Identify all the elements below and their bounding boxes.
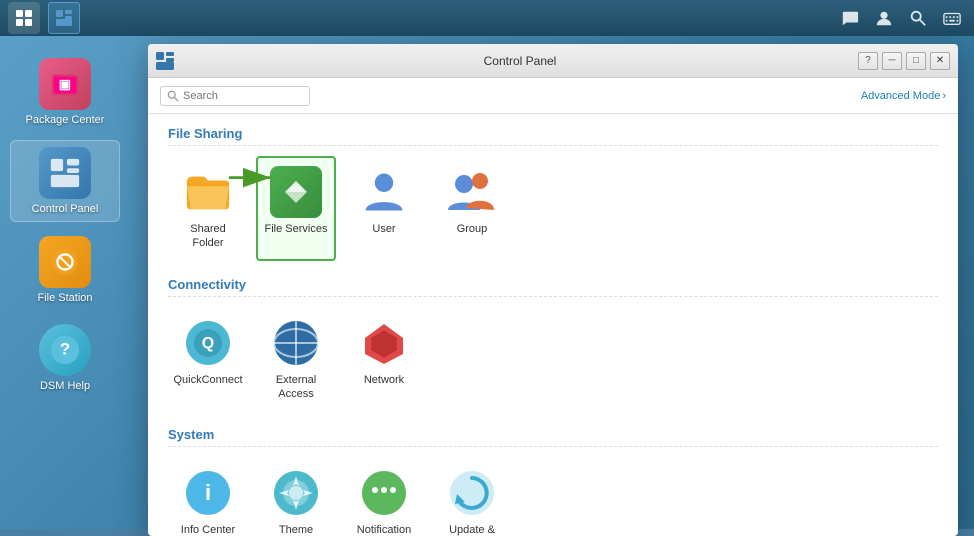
shared-folder-label: SharedFolder — [190, 222, 225, 251]
cp-item-info-center[interactable]: i Info Center — [168, 457, 248, 536]
cp-item-notification[interactable]: Notification — [344, 457, 424, 536]
external-access-label: External Access — [262, 373, 330, 402]
svg-text:i: i — [205, 480, 211, 505]
section-connectivity: Connectivity — [168, 277, 938, 297]
cp-item-external-access[interactable]: External Access — [256, 307, 336, 412]
file-sharing-grid: SharedFolder File Services — [168, 156, 938, 261]
close-button[interactable]: ✕ — [930, 52, 950, 70]
user-label: User — [372, 222, 395, 236]
search-input[interactable] — [183, 90, 303, 102]
search-icon[interactable] — [904, 4, 932, 32]
cp-toolbar: Advanced Mode › — [148, 78, 958, 114]
sidebar-item-control-panel[interactable]: Control Panel — [10, 140, 120, 222]
update-restore-icon — [446, 467, 498, 519]
system-grid: i Info Center — [168, 457, 938, 536]
file-services-label: File Services — [265, 222, 328, 236]
svg-text:▣: ▣ — [59, 77, 72, 92]
window-controls: ? ─ □ ✕ — [858, 52, 950, 70]
info-center-icon: i — [182, 467, 234, 519]
help-button[interactable]: ? — [858, 52, 878, 70]
theme-icon — [270, 467, 322, 519]
update-restore-label: Update &Restore — [449, 523, 495, 536]
chevron-right-icon: › — [942, 90, 946, 102]
cp-window-title: Control Panel — [182, 54, 858, 68]
section-system: System — [168, 427, 938, 447]
dsm-help-icon: ? — [39, 324, 91, 376]
cp-content: File Sharing SharedFolder — [148, 114, 958, 536]
taskbar — [0, 0, 974, 36]
sidebar-item-file-station[interactable]: File Station — [10, 230, 120, 310]
cp-item-quickconnect[interactable]: Q QuickConnect — [168, 307, 248, 412]
notification-icon — [358, 467, 410, 519]
cp-item-shared-folder[interactable]: SharedFolder — [168, 156, 248, 261]
cp-item-file-services[interactable]: File Services — [256, 156, 336, 261]
cp-titlebar: Control Panel ? ─ □ ✕ — [148, 44, 958, 78]
package-center-label: Package Center — [26, 114, 105, 126]
minimize-button[interactable]: ─ — [882, 52, 902, 70]
network-label: Network — [364, 373, 404, 387]
group-icon — [446, 166, 498, 218]
advanced-mode-link[interactable]: Advanced Mode › — [861, 90, 946, 102]
advanced-mode-label: Advanced Mode — [861, 90, 941, 102]
desktop: ▣ Package Center Control Panel — [0, 36, 974, 529]
cp-item-update-restore[interactable]: Update &Restore — [432, 457, 512, 536]
section-file-sharing: File Sharing — [168, 126, 938, 146]
control-panel-icon — [39, 147, 91, 199]
cp-item-network[interactable]: Network — [344, 307, 424, 412]
sidebar-item-dsm-help[interactable]: ? DSM Help — [10, 318, 120, 398]
search-icon — [167, 90, 179, 102]
apps-grid-button[interactable] — [8, 2, 40, 34]
file-services-icon — [270, 166, 322, 218]
notification-label: Notification — [357, 523, 411, 536]
dsm-help-label: DSM Help — [40, 380, 90, 392]
svg-text:Q: Q — [202, 335, 214, 352]
theme-label: Theme — [279, 523, 313, 536]
control-panel-label: Control Panel — [32, 203, 99, 215]
cp-item-theme[interactable]: Theme — [256, 457, 336, 536]
package-center-icon: ▣ — [39, 58, 91, 110]
file-station-icon — [39, 236, 91, 288]
info-center-label: Info Center — [181, 523, 235, 536]
file-station-label: File Station — [37, 292, 92, 304]
search-box[interactable] — [160, 86, 310, 106]
message-icon[interactable] — [836, 4, 864, 32]
quickconnect-label: QuickConnect — [173, 373, 242, 387]
external-access-icon — [270, 317, 322, 369]
connectivity-grid: Q QuickConnect External Acces — [168, 307, 938, 412]
quickconnect-icon: Q — [182, 317, 234, 369]
control-panel-window: Control Panel ? ─ □ ✕ Advanced Mode › — [148, 44, 958, 536]
sidebar-item-package-center[interactable]: ▣ Package Center — [10, 52, 120, 132]
group-label: Group — [457, 222, 488, 236]
user-icon[interactable] — [870, 4, 898, 32]
cp-logo-icon — [156, 52, 174, 70]
control-panel-taskbar-app[interactable] — [48, 2, 80, 34]
keyboard-icon[interactable] — [938, 4, 966, 32]
cp-item-user[interactable]: User — [344, 156, 424, 261]
user-icon — [358, 166, 410, 218]
svg-text:?: ? — [60, 340, 70, 359]
network-icon — [358, 317, 410, 369]
cp-item-group[interactable]: Group — [432, 156, 512, 261]
maximize-button[interactable]: □ — [906, 52, 926, 70]
shared-folder-icon — [182, 166, 234, 218]
taskbar-right-area — [836, 4, 966, 32]
sidebar: ▣ Package Center Control Panel — [0, 36, 130, 529]
